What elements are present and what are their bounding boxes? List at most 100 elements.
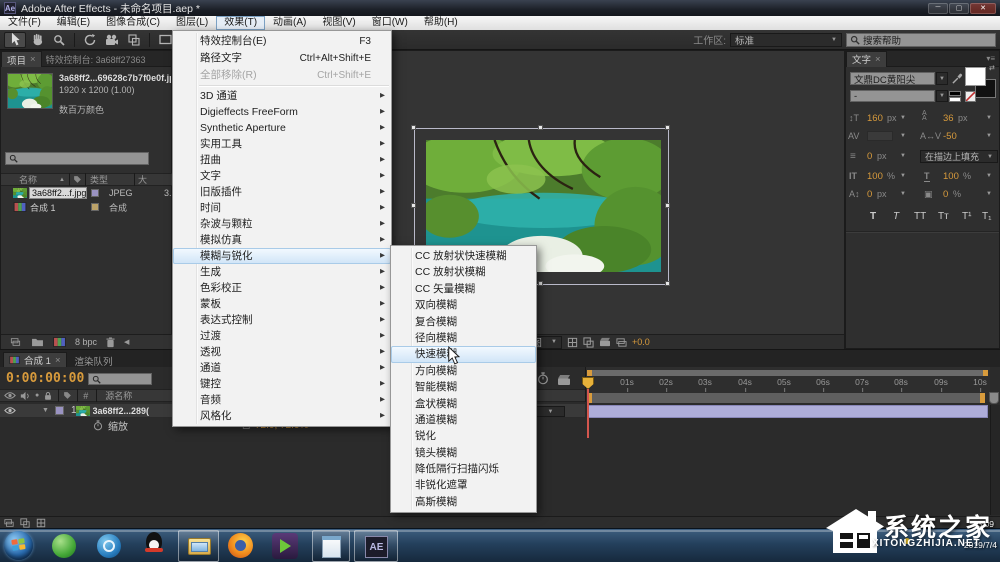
- menu-item-box-blur[interactable]: 盒状模糊: [391, 396, 536, 412]
- fill-rule-select[interactable]: 在描边上填充▼: [920, 150, 998, 163]
- menu-animation[interactable]: 动画(A): [265, 16, 314, 30]
- font-style-select[interactable]: -: [850, 90, 935, 102]
- start-button[interactable]: [4, 531, 33, 560]
- close-button[interactable]: ✕: [970, 3, 996, 14]
- workspace-select[interactable]: 标准▼: [730, 33, 842, 47]
- menu-item-transition[interactable]: 过渡▶: [173, 328, 391, 344]
- all-caps-button[interactable]: TT: [914, 211, 926, 222]
- timeline-search-input[interactable]: [88, 373, 152, 385]
- menu-composition[interactable]: 图像合成(C): [98, 16, 168, 30]
- footage-row-name[interactable]: 3a68ff2...f.jpg: [29, 187, 87, 199]
- font-style-dropdown-button[interactable]: ▼: [936, 90, 948, 102]
- project-columns-header[interactable]: 名称 ▲ 类型 大: [1, 173, 173, 186]
- menu-help[interactable]: 帮助(H): [416, 16, 466, 30]
- time-navigator-bar[interactable]: [587, 370, 988, 376]
- tab-render-queue[interactable]: 渲染队列: [67, 352, 121, 367]
- selection-handle[interactable]: [538, 281, 543, 286]
- menu-edit[interactable]: 编辑(E): [49, 16, 98, 30]
- menu-item-reduce-interlace-flicker[interactable]: 降低隔行扫描闪烁: [391, 461, 536, 477]
- menu-item-perspective[interactable]: 透视▶: [173, 344, 391, 360]
- menu-layer[interactable]: 图层(L): [168, 16, 216, 30]
- selection-handle[interactable]: [411, 125, 416, 130]
- column-type[interactable]: 类型: [90, 173, 108, 186]
- kerning-value[interactable]: [867, 131, 893, 141]
- faux-bold-button[interactable]: T: [870, 211, 876, 222]
- menu-item-noise-grain[interactable]: 杂波与颗粒▶: [173, 216, 391, 232]
- expand-time-controls-icon[interactable]: [36, 518, 46, 528]
- pan-behind-tool-icon[interactable]: [123, 32, 145, 48]
- menu-item-sharpen[interactable]: 锐化: [391, 428, 536, 444]
- menu-item-audio[interactable]: 音频▶: [173, 392, 391, 408]
- layer-mode-select[interactable]: ▼: [533, 406, 565, 417]
- menu-item-expression-controls[interactable]: 表达式控制▶: [173, 312, 391, 328]
- menu-item-fast-blur[interactable]: 快速模糊: [391, 346, 536, 362]
- menu-item-channel[interactable]: 通道▶: [173, 360, 391, 376]
- project-row-comp[interactable]: 合成 1 合成: [1, 200, 173, 214]
- chevron-down-icon[interactable]: ▼: [900, 133, 906, 139]
- new-folder-icon[interactable]: [31, 337, 44, 347]
- navigator-start-handle[interactable]: [587, 370, 592, 376]
- maximize-button[interactable]: ▢: [949, 3, 969, 14]
- taskbar-after-effects-button[interactable]: AE: [354, 530, 398, 562]
- menu-item-blur-sharpen[interactable]: 模糊与锐化▶: [173, 248, 391, 264]
- rotate-tool-icon[interactable]: [79, 32, 101, 48]
- column-name[interactable]: 名称: [1, 173, 37, 186]
- menu-item-smart-blur[interactable]: 智能模糊: [391, 379, 536, 395]
- expand-layer-switches-icon[interactable]: [4, 518, 14, 528]
- stroke-width-value[interactable]: 0: [867, 151, 872, 162]
- taskbar-firefox-icon[interactable]: [228, 533, 253, 558]
- eyedropper-icon[interactable]: [952, 73, 963, 84]
- audio-icon[interactable]: [20, 391, 30, 401]
- menu-file[interactable]: 文件(F): [0, 16, 49, 30]
- menu-item-matte[interactable]: 蒙板▶: [173, 296, 391, 312]
- horizontal-scale-value[interactable]: 100: [943, 171, 959, 182]
- layer-visibility-eye-icon[interactable]: [4, 406, 16, 415]
- chevron-down-icon[interactable]: ▼: [986, 133, 992, 139]
- bpc-label[interactable]: 8 bpc: [75, 337, 97, 347]
- menu-item-cc-radial-blur[interactable]: CC 放射状模糊: [391, 264, 536, 280]
- minimize-button[interactable]: ─: [928, 3, 948, 14]
- column-size[interactable]: 大: [138, 173, 147, 186]
- menu-item-radial-blur[interactable]: 径向模糊: [391, 330, 536, 346]
- menu-item-path-text[interactable]: 路径文字Ctrl+Alt+Shift+E: [173, 50, 391, 67]
- menu-item-channel-blur[interactable]: 通道模糊: [391, 412, 536, 428]
- tab-comp-timeline[interactable]: 合成 1×: [3, 352, 67, 367]
- navigator-end-handle[interactable]: [983, 370, 988, 376]
- comp-row-name[interactable]: 合成 1: [30, 201, 86, 214]
- chevron-down-icon[interactable]: ▼: [900, 153, 906, 159]
- pixel-aspect-icon[interactable]: [616, 337, 627, 348]
- menu-item-stylize[interactable]: 风格化▶: [173, 408, 391, 424]
- default-fill-swatch[interactable]: [949, 97, 961, 102]
- leading-value[interactable]: 36: [943, 113, 954, 124]
- current-time-display[interactable]: 0:00:00:00: [6, 371, 84, 386]
- selection-handle[interactable]: [538, 125, 543, 130]
- tab-character[interactable]: 文字×: [846, 51, 887, 67]
- chevron-down-icon[interactable]: ▼: [986, 191, 992, 197]
- work-area-bar[interactable]: [587, 393, 985, 403]
- new-composition-icon[interactable]: [53, 337, 66, 347]
- menu-window[interactable]: 窗口(W): [364, 16, 416, 30]
- menu-item-keying[interactable]: 键控▶: [173, 376, 391, 392]
- default-stroke-swatch[interactable]: [949, 91, 961, 96]
- menu-item-distort[interactable]: 扭曲▶: [173, 152, 391, 168]
- help-search-input[interactable]: 搜索帮助: [846, 33, 996, 47]
- superscript-button[interactable]: T¹: [962, 211, 971, 222]
- layer-label-swatch[interactable]: [55, 406, 64, 415]
- menu-view[interactable]: 视图(V): [314, 16, 363, 30]
- swap-colors-icon[interactable]: ⇄: [989, 64, 995, 72]
- taskbar-media-play-icon[interactable]: [272, 533, 298, 559]
- close-icon[interactable]: ×: [55, 355, 61, 366]
- faux-italic-button[interactable]: T: [893, 211, 899, 222]
- no-color-swatch[interactable]: [965, 91, 976, 102]
- menu-item-remove-all[interactable]: 全部移除(R)Ctrl+Shift+E: [173, 67, 391, 84]
- selection-handle[interactable]: [411, 203, 416, 208]
- motion-blur-icon[interactable]: [557, 374, 571, 386]
- menu-item-bilateral-blur[interactable]: 双向模糊: [391, 297, 536, 313]
- subscript-button[interactable]: T₁: [982, 211, 991, 222]
- taskbar-browser-360-icon[interactable]: [52, 534, 76, 558]
- taskbar-media-player-icon[interactable]: [97, 534, 121, 558]
- hand-tool-icon[interactable]: [26, 32, 48, 48]
- menu-item-unsharp-mask[interactable]: 非锐化遮罩: [391, 477, 536, 493]
- vertical-scale-value[interactable]: 100: [867, 171, 883, 182]
- selection-handle[interactable]: [665, 203, 670, 208]
